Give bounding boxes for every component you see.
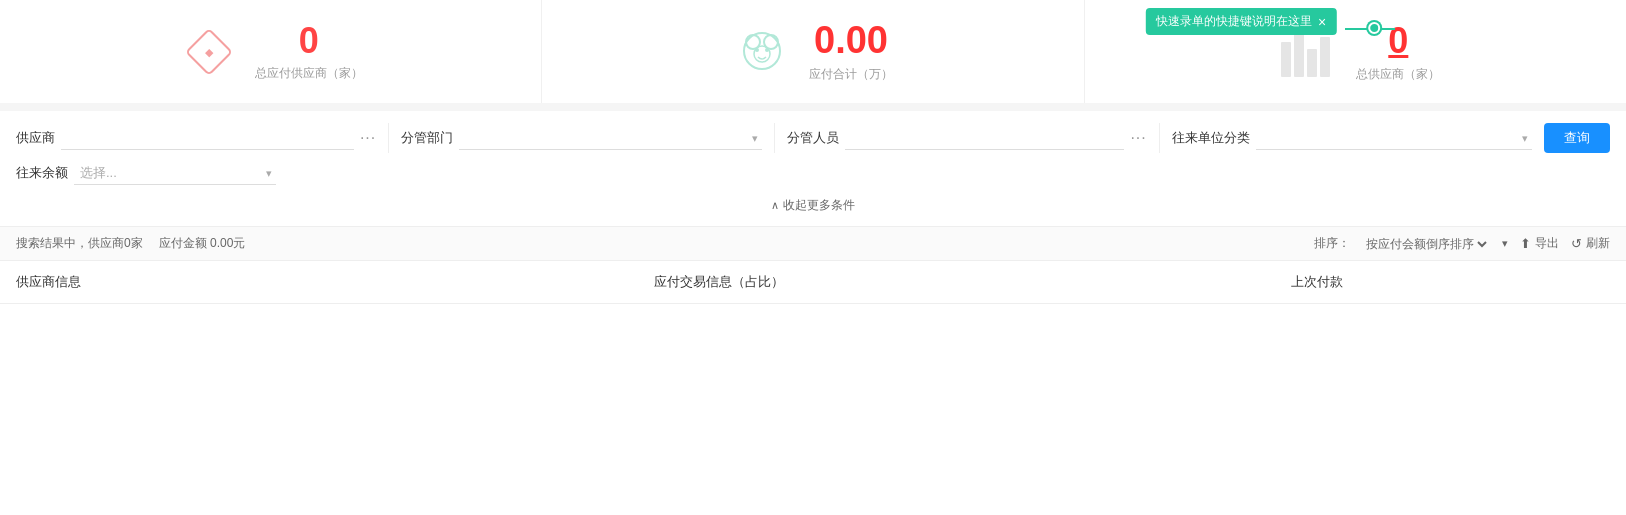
- svg-text:◆: ◆: [205, 46, 214, 58]
- collapse-chevron-icon: ∧: [771, 199, 779, 212]
- filter-section: 供应商 ··· 分管部门 ▾ 分管人员 ··· 往来单位分类: [0, 111, 1626, 227]
- stat-panel-total-suppliers: 快速录单的快捷键说明在这里 × 0 总供应商（家）: [1085, 0, 1626, 103]
- balance-label: 往来余额: [16, 164, 68, 182]
- person-input[interactable]: [845, 126, 1125, 150]
- total-suppliers-count: 0: [1388, 20, 1408, 62]
- balance-select-wrapper: 选择... ▾: [74, 161, 276, 185]
- supplier-dots-btn[interactable]: ···: [360, 129, 376, 147]
- sort-chevron-icon: ▾: [1502, 237, 1508, 250]
- payable-total-value: 0.00: [814, 20, 888, 62]
- table-col-last-payment: 上次付款: [1291, 273, 1610, 291]
- unit-category-select-wrapper: ▾: [1256, 126, 1532, 150]
- filter-balance: 往来余额 选择... ▾: [16, 161, 276, 185]
- export-icon: ⬆: [1520, 236, 1531, 251]
- result-left: 搜索结果中，供应商0家 应付金额 0.00元: [16, 235, 245, 252]
- department-select[interactable]: [459, 126, 761, 150]
- department-label: 分管部门: [401, 129, 453, 147]
- filter-row-2: 往来余额 选择... ▾: [16, 161, 1610, 185]
- filter-unit-category: 往来单位分类 ▾: [1172, 126, 1532, 150]
- table-section: 供应商信息 应付交易信息（占比） 上次付款: [0, 261, 1626, 515]
- supplier-label: 供应商: [16, 129, 55, 147]
- svg-point-7: [765, 48, 769, 52]
- result-bar: 搜索结果中，供应商0家 应付金额 0.00元 排序： 按应付会额倒序排序 ▾ ⬆…: [0, 227, 1626, 261]
- unit-category-select[interactable]: [1256, 126, 1532, 150]
- table-body: [0, 304, 1626, 515]
- stat-panel-payable-total: 0.00 应付合计（万）: [542, 0, 1084, 103]
- department-select-wrapper: ▾: [459, 126, 761, 150]
- stat-text-payable-total: 0.00 应付合计（万）: [809, 20, 893, 83]
- result-right: 排序： 按应付会额倒序排序 ▾ ⬆ 导出 ↺ 刷新: [1314, 235, 1610, 252]
- export-button[interactable]: ⬆ 导出: [1520, 235, 1559, 252]
- stat-text-payable-suppliers: 0 总应付供应商（家）: [255, 21, 363, 82]
- payable-suppliers-count: 0: [299, 21, 319, 61]
- filter-department: 分管部门 ▾: [401, 126, 761, 150]
- sort-label: 排序：: [1314, 235, 1350, 252]
- unit-category-label: 往来单位分类: [1172, 129, 1250, 147]
- total-suppliers-label: 总供应商（家）: [1356, 66, 1440, 83]
- table-col-supplier-info: 供应商信息: [16, 273, 654, 291]
- payable-total-label: 应付合计（万）: [809, 66, 893, 83]
- collapse-label: 收起更多条件: [783, 197, 855, 214]
- divider-3: [1159, 123, 1160, 153]
- stat-panel-payable-suppliers: ◆ 0 总应付供应商（家）: [0, 0, 542, 103]
- divider-1: [388, 123, 389, 153]
- svg-point-2: [744, 33, 780, 69]
- refresh-button[interactable]: ↺ 刷新: [1571, 235, 1610, 252]
- filter-person: 分管人员 ···: [787, 126, 1147, 150]
- payable-suppliers-label: 总应付供应商（家）: [255, 65, 363, 82]
- balance-select[interactable]: 选择...: [74, 161, 276, 185]
- refresh-label: 刷新: [1586, 235, 1610, 252]
- refresh-icon: ↺: [1571, 236, 1582, 251]
- table-header: 供应商信息 应付交易信息（占比） 上次付款: [0, 261, 1626, 304]
- person-label: 分管人员: [787, 129, 839, 147]
- export-label: 导出: [1535, 235, 1559, 252]
- supplier-input[interactable]: [61, 126, 354, 150]
- tooltip-text: 快速录单的快捷键说明在这里: [1156, 13, 1312, 30]
- tooltip-close-btn[interactable]: ×: [1318, 14, 1326, 30]
- search-button[interactable]: 查询: [1544, 123, 1610, 153]
- filter-supplier: 供应商 ···: [16, 126, 376, 150]
- table-col-transaction-info: 应付交易信息（占比）: [654, 273, 1292, 291]
- shortcut-tooltip: 快速录单的快捷键说明在这里 ×: [1146, 8, 1336, 35]
- supplier-count-text: 搜索结果中，供应商0家: [16, 235, 143, 252]
- person-dots-btn[interactable]: ···: [1130, 129, 1146, 147]
- filter-row-1: 供应商 ··· 分管部门 ▾ 分管人员 ··· 往来单位分类: [16, 123, 1610, 153]
- diamond-icon: ◆: [179, 22, 239, 82]
- sort-select[interactable]: 按应付会额倒序排序: [1362, 236, 1490, 252]
- top-stats-section: ◆ 0 总应付供应商（家） 0.00 应付合计（万）: [0, 0, 1626, 103]
- tooltip-dot: [1369, 22, 1381, 34]
- bear-icon: [733, 22, 793, 82]
- collapse-button[interactable]: ∧ 收起更多条件: [759, 193, 867, 218]
- amount-text: 应付金额 0.00元: [159, 235, 246, 252]
- svg-point-6: [755, 48, 759, 52]
- divider-2: [774, 123, 775, 153]
